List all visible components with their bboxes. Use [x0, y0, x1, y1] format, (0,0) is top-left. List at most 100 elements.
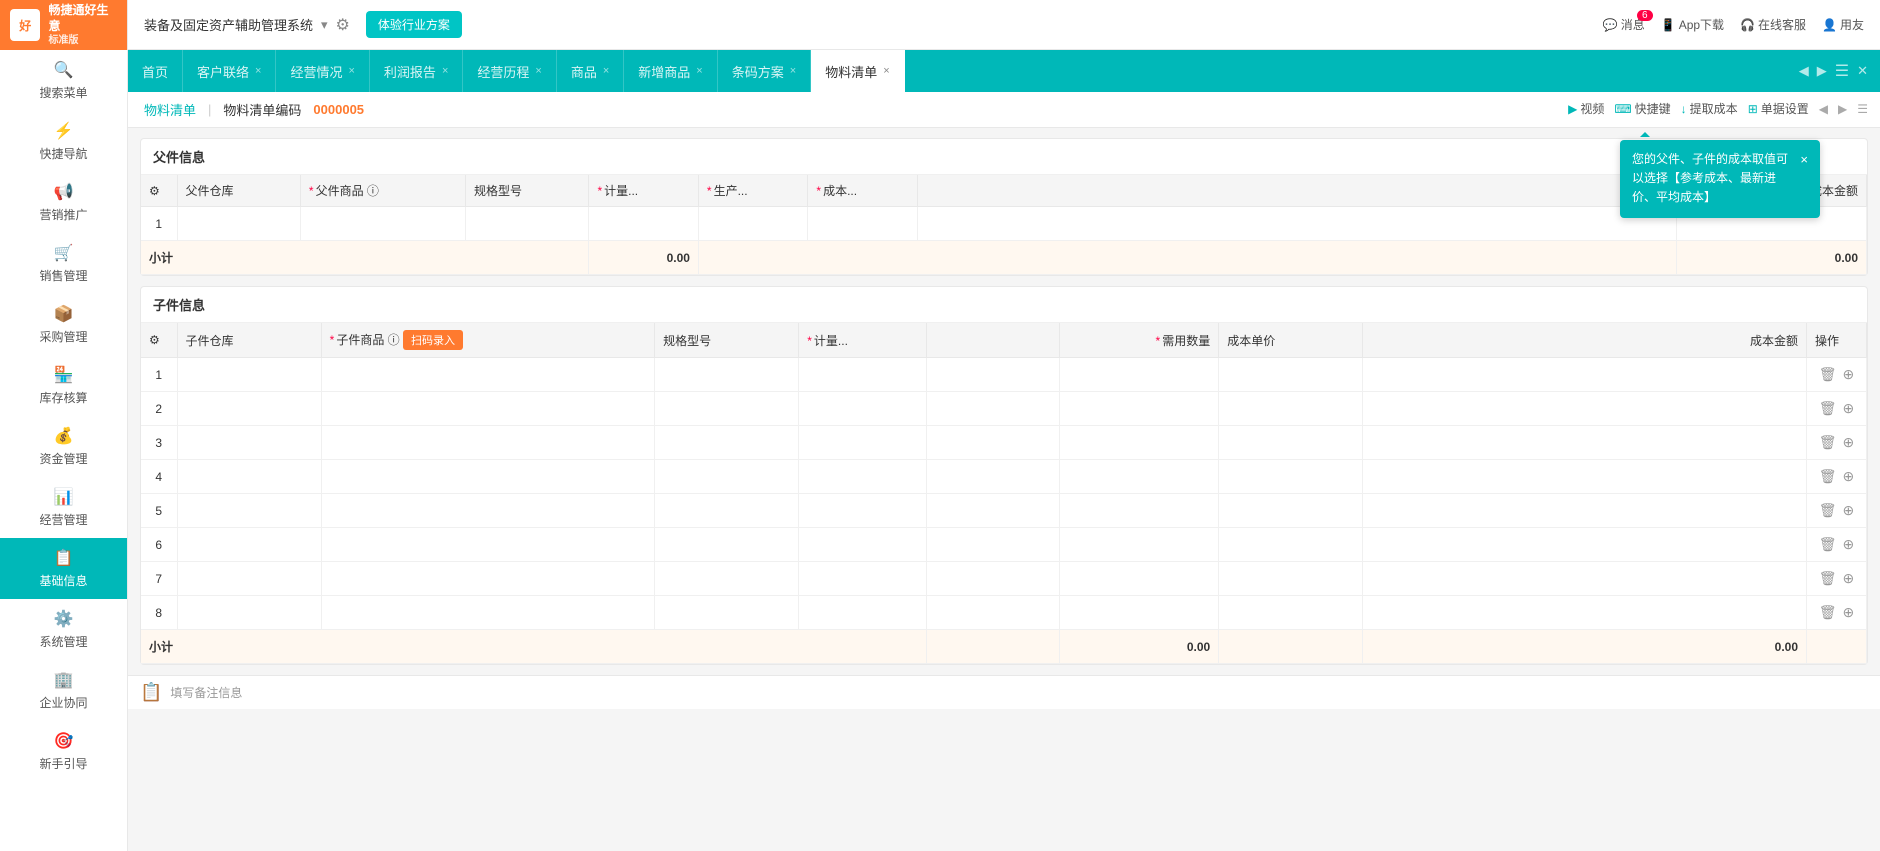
user-button[interactable]: 👤 用友 — [1822, 16, 1864, 33]
parent-cell-goods[interactable] — [300, 207, 465, 241]
sidebar-item-quick[interactable]: ⚡ 快捷导航 — [0, 111, 127, 172]
delete-row-7-icon[interactable]: 🗑 — [1819, 570, 1837, 587]
tab-goods[interactable]: 商品 × — [557, 50, 624, 92]
delete-row-5-icon[interactable]: 🗑 — [1819, 502, 1837, 519]
delete-row-1-icon[interactable]: 🗑 — [1819, 366, 1837, 383]
child-row: 1 🗑⊕ — [141, 358, 1867, 392]
tab-new-goods[interactable]: 新增商品 × — [624, 50, 717, 92]
sidebar-item-label: 资金管理 — [39, 450, 87, 467]
child-cell-unit-3[interactable] — [799, 426, 927, 460]
tab-prev-arrow[interactable]: ◀ — [1795, 61, 1813, 81]
delete-row-3-icon[interactable]: 🗑 — [1819, 434, 1837, 451]
parent-cell-unit[interactable] — [589, 207, 698, 241]
view-action[interactable]: ▶ 视频 — [1568, 100, 1604, 117]
page-next-btn[interactable]: ▶ — [1838, 102, 1847, 116]
parent-cell-cost[interactable] — [808, 207, 917, 241]
delete-row-8-icon[interactable]: 🗑 — [1819, 604, 1837, 621]
scan-input-button[interactable]: 扫码录入 — [403, 330, 463, 350]
sidebar-item-finance[interactable]: 💰 资金管理 — [0, 416, 127, 477]
view-mode-icon[interactable]: ☰ — [1857, 102, 1868, 116]
child-cell-unitcost-1[interactable] — [1219, 358, 1363, 392]
parent-col-settings[interactable]: ⚙ — [141, 175, 177, 207]
sidebar-item-enterprise[interactable]: 🏢 企业协同 — [0, 660, 127, 721]
child-cell-unit-2[interactable] — [799, 392, 927, 426]
phone-icon: 📱 — [1661, 18, 1676, 32]
sidebar-item-purchase[interactable]: 📦 采购管理 — [0, 294, 127, 355]
close-tab-ops[interactable]: × — [348, 65, 354, 77]
tab-barcode[interactable]: 条码方案 × — [718, 50, 811, 92]
close-tab-bom[interactable]: × — [883, 65, 889, 77]
copy-row-6-icon[interactable]: ⊕ — [1843, 536, 1855, 553]
store-icon: 🏪 — [54, 365, 74, 385]
copy-row-5-icon[interactable]: ⊕ — [1843, 502, 1855, 519]
settings-icon[interactable]: ⚙ — [336, 15, 350, 35]
copy-row-3-icon[interactable]: ⊕ — [1843, 434, 1855, 451]
tab-menu-icon[interactable]: ☰ — [1831, 59, 1853, 83]
dropdown-icon[interactable]: ▾ — [321, 17, 328, 33]
child-cell-unit-1[interactable] — [799, 358, 927, 392]
parent-cell-spec[interactable] — [466, 207, 589, 241]
message-button[interactable]: 💬 6 消息 — [1602, 16, 1644, 33]
child-cell-warehouse-2[interactable] — [177, 392, 321, 426]
child-cell-goods-2[interactable] — [321, 392, 654, 426]
sidebar-item-sales[interactable]: 🛒 销售管理 — [0, 233, 127, 294]
child-cell-spec-2[interactable] — [655, 392, 799, 426]
trial-button[interactable]: 体验行业方案 — [366, 11, 462, 38]
child-cell-qty-2[interactable] — [1060, 392, 1219, 426]
child-col-settings[interactable]: ⚙ — [141, 323, 177, 358]
child-cell-spec-1[interactable] — [655, 358, 799, 392]
child-row: 2 🗑⊕ — [141, 392, 1867, 426]
child-cell-unitcost-2[interactable] — [1219, 392, 1363, 426]
child-cell-warehouse-1[interactable] — [177, 358, 321, 392]
tab-home[interactable]: 首页 — [128, 50, 183, 92]
settings-action[interactable]: ⊞ 单据设置 — [1748, 100, 1809, 117]
child-cell-qty-3[interactable] — [1060, 426, 1219, 460]
sidebar-item-marketing[interactable]: 📢 营销推广 — [0, 172, 127, 233]
notes-label[interactable]: 填写备注信息 — [170, 684, 242, 701]
child-cell-unitcost-3[interactable] — [1219, 426, 1363, 460]
close-tab-newgoods[interactable]: × — [696, 65, 702, 77]
child-cell-goods-1[interactable] — [321, 358, 654, 392]
cost-action[interactable]: ↓ 提取成本 — [1681, 100, 1738, 117]
topbar: 装备及固定资产辅助管理系统 ▾ ⚙ 体验行业方案 💬 6 消息 📱 App下载 … — [128, 0, 1880, 50]
online-service-button[interactable]: 🎧 在线客服 — [1740, 16, 1806, 33]
tab-customer[interactable]: 客户联络 × — [183, 50, 276, 92]
page-prev-btn[interactable]: ◀ — [1819, 102, 1828, 116]
delete-row-4-icon[interactable]: 🗑 — [1819, 468, 1837, 485]
tab-next-arrow[interactable]: ▶ — [1813, 61, 1831, 81]
close-tab-history[interactable]: × — [535, 65, 541, 77]
sidebar-item-system[interactable]: ⚙️ 系统管理 — [0, 599, 127, 660]
delete-row-2-icon[interactable]: 🗑 — [1819, 400, 1837, 417]
child-cell-goods-3[interactable] — [321, 426, 654, 460]
tab-operations-status[interactable]: 经营情况 × — [276, 50, 369, 92]
breadcrumb-bom[interactable]: 物料清单 — [144, 100, 196, 119]
child-cell-warehouse-3[interactable] — [177, 426, 321, 460]
copy-row-4-icon[interactable]: ⊕ — [1843, 468, 1855, 485]
close-tab-barcode[interactable]: × — [790, 65, 796, 77]
sidebar-item-operations[interactable]: 📊 经营管理 — [0, 477, 127, 538]
sidebar-item-basic[interactable]: 📋 基础信息 — [0, 538, 127, 599]
tooltip-close-button[interactable]: × — [1800, 150, 1808, 171]
parent-cell-production[interactable] — [698, 207, 807, 241]
close-tab-customer[interactable]: × — [255, 65, 261, 77]
sidebar-item-guide[interactable]: 🎯 新手引导 — [0, 721, 127, 782]
copy-row-2-icon[interactable]: ⊕ — [1843, 400, 1855, 417]
child-cell-spec-3[interactable] — [655, 426, 799, 460]
close-tab-goods[interactable]: × — [603, 65, 609, 77]
close-tab-profit[interactable]: × — [442, 65, 448, 77]
tab-bom[interactable]: 物料清单 × — [811, 50, 904, 92]
copy-row-7-icon[interactable]: ⊕ — [1843, 570, 1855, 587]
sidebar-item-search[interactable]: 🔍 搜索菜单 — [0, 50, 127, 111]
delete-row-6-icon[interactable]: 🗑 — [1819, 536, 1837, 553]
copy-row-8-icon[interactable]: ⊕ — [1843, 604, 1855, 621]
tab-profit[interactable]: 利润报告 × — [370, 50, 463, 92]
app-download-button[interactable]: 📱 App下载 — [1661, 16, 1724, 33]
child-col-ops: 操作 — [1807, 323, 1867, 358]
child-cell-qty-1[interactable] — [1060, 358, 1219, 392]
parent-cell-warehouse[interactable] — [177, 207, 300, 241]
close-all-tabs[interactable]: ✕ — [1853, 61, 1872, 81]
shortcut-action[interactable]: ⌨ 快捷键 — [1614, 100, 1670, 117]
sidebar-item-inventory[interactable]: 🏪 库存核算 — [0, 355, 127, 416]
tab-ops-history[interactable]: 经营历程 × — [463, 50, 556, 92]
copy-row-1-icon[interactable]: ⊕ — [1843, 366, 1855, 383]
